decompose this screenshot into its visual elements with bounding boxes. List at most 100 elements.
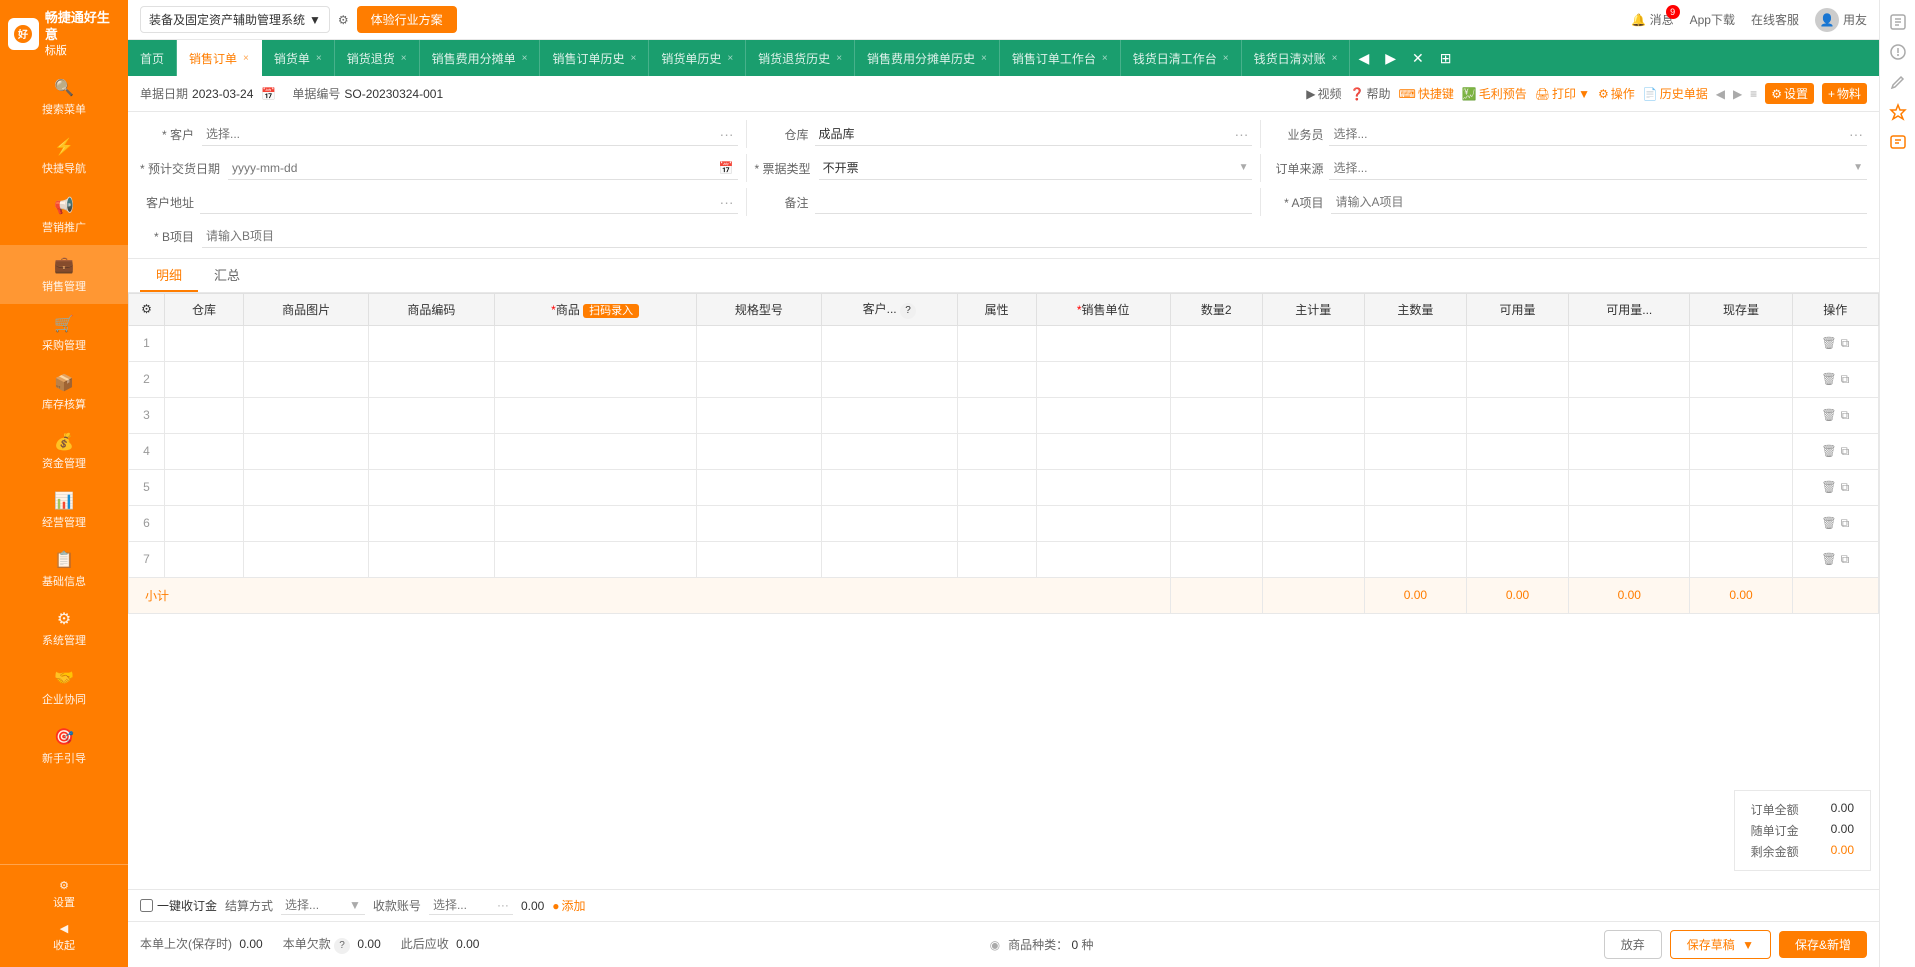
help-circle-icon2[interactable]: ?: [334, 938, 350, 954]
customer-address-input[interactable]: ···: [200, 190, 738, 214]
message-icon-btn[interactable]: 🔔 9 消息: [1631, 11, 1673, 28]
receipt-account-input[interactable]: [433, 898, 493, 912]
delete-row-icon[interactable]: 🗑: [1821, 516, 1836, 530]
tab-sales-invoice[interactable]: 销货单 ×: [262, 40, 335, 76]
sidebar-item-sales[interactable]: 💼 销售管理: [0, 245, 128, 304]
list-view-btn[interactable]: ≡: [1750, 87, 1757, 101]
delivery-date-input[interactable]: 📅: [228, 156, 738, 180]
one-key-checkbox[interactable]: [140, 899, 153, 912]
profit-btn[interactable]: 💹 毛利预告: [1462, 85, 1527, 102]
date-picker-icon[interactable]: 📅: [719, 161, 734, 175]
copy-row-icon[interactable]: ⧉: [1841, 372, 1850, 387]
table-scroll[interactable]: ⚙ 仓库 商品图片 商品编码 *商品 扫码录入 规格型号 客户..: [128, 293, 1879, 889]
right-panel-btn-1[interactable]: [1884, 8, 1912, 36]
salesperson-input[interactable]: ···: [1329, 122, 1867, 146]
industry-btn[interactable]: 体验行业方案: [357, 6, 457, 33]
sidebar-collapse-btn[interactable]: ◀ 收起: [0, 916, 128, 959]
sidebar-item-finance[interactable]: 💰 资金管理: [0, 422, 128, 481]
tab-invoice-history[interactable]: 销货单历史 ×: [649, 40, 746, 76]
sidebar-settings-btn[interactable]: ⚙ 设置: [0, 873, 128, 916]
customer-ellipsis[interactable]: ···: [720, 126, 734, 142]
cell-munit-1[interactable]: [1262, 325, 1364, 361]
sidebar-item-marketing[interactable]: 📢 营销推广: [0, 186, 128, 245]
tab-order-history[interactable]: 销售订单历史 ×: [540, 40, 649, 76]
sidebar-item-quicknav[interactable]: ⚡ 快捷导航: [0, 127, 128, 186]
tab-sales-return[interactable]: 销货退货 ×: [335, 40, 420, 76]
b-project-input[interactable]: [202, 224, 1867, 248]
receipt-account-select[interactable]: ···: [429, 896, 513, 915]
user-area[interactable]: 👤 用友: [1815, 8, 1867, 32]
payment-method-input[interactable]: [285, 898, 345, 912]
close-tab-icon[interactable]: ×: [522, 53, 528, 64]
tab-reconcile[interactable]: 钱货日清对账 ×: [1242, 40, 1351, 76]
copy-row-icon[interactable]: ⧉: [1841, 516, 1850, 531]
col-settings[interactable]: ⚙: [129, 294, 165, 326]
copy-row-icon[interactable]: ⧉: [1841, 408, 1850, 423]
sidebar-item-basic[interactable]: 📋 基础信息: [0, 540, 128, 599]
tab-summary[interactable]: 汇总: [198, 259, 256, 292]
sidebar-item-guide[interactable]: 🎯 新手引导: [0, 717, 128, 776]
tab-workbench[interactable]: 销售订单工作台 ×: [1000, 40, 1121, 76]
copy-row-icon[interactable]: ⧉: [1841, 444, 1850, 459]
cell-spec-1[interactable]: [696, 325, 821, 361]
copy-row-icon[interactable]: ⧉: [1841, 480, 1850, 495]
order-source-input[interactable]: ▼: [1329, 156, 1867, 180]
cell-avail2-1[interactable]: [1569, 325, 1690, 361]
sidebar-item-purchase[interactable]: 🛒 采购管理: [0, 304, 128, 363]
delete-row-icon[interactable]: 🗑: [1821, 372, 1836, 386]
save-draft-btn[interactable]: 保存草稿 ▼: [1670, 930, 1771, 959]
tab-daily-clear[interactable]: 钱货日清工作台 ×: [1121, 40, 1242, 76]
nav-left-btn[interactable]: ◀: [1716, 87, 1725, 101]
calendar-icon[interactable]: 📅: [261, 87, 276, 101]
delete-row-icon[interactable]: 🗑: [1821, 444, 1836, 458]
right-panel-btn-4[interactable]: [1884, 98, 1912, 126]
save-new-btn[interactable]: 保存&新增: [1779, 931, 1867, 958]
close-tab-icon[interactable]: ×: [836, 53, 842, 64]
tab-more-btn[interactable]: ✕: [1404, 40, 1432, 76]
history-btn[interactable]: 📄 历史单据: [1643, 85, 1708, 102]
goods-count-circle-icon[interactable]: ◉: [990, 938, 1000, 952]
copy-row-icon[interactable]: ⧉: [1841, 336, 1850, 351]
one-key-checkbox-label[interactable]: 一键收订金: [140, 897, 217, 914]
sidebar-item-search[interactable]: 🔍 搜索菜单: [0, 68, 128, 127]
order-source-text-input[interactable]: [1333, 161, 1853, 175]
right-panel-btn-5[interactable]: [1884, 128, 1912, 156]
cell-code-1[interactable]: [369, 325, 494, 361]
app-download-btn[interactable]: App下载: [1690, 11, 1735, 28]
system-selector[interactable]: 装备及固定资产辅助管理系统 ▼: [140, 6, 330, 33]
tab-expand-btn[interactable]: ⊞: [1432, 40, 1460, 76]
close-tab-icon[interactable]: ×: [727, 53, 733, 64]
doc-date-value[interactable]: 2023-03-24: [192, 87, 253, 101]
customer-address-text-input[interactable]: [204, 195, 720, 209]
b-project-text-input[interactable]: [206, 229, 1863, 243]
sidebar-item-management[interactable]: 📊 经营管理: [0, 481, 128, 540]
cell-cattr-1[interactable]: [822, 325, 958, 361]
right-panel-btn-3[interactable]: [1884, 68, 1912, 96]
sidebar-item-inventory[interactable]: 📦 库存核算: [0, 363, 128, 422]
tab-expense-split[interactable]: 销售费用分摊单 ×: [420, 40, 541, 76]
delete-row-icon[interactable]: 🗑: [1821, 480, 1836, 494]
shortcut-btn[interactable]: ⌨ 快捷键: [1399, 85, 1454, 102]
close-tab-icon[interactable]: ×: [401, 53, 407, 64]
tab-expense-history[interactable]: 销售费用分摊单历史 ×: [855, 40, 1000, 76]
cell-attr-1[interactable]: [957, 325, 1036, 361]
nav-right-btn[interactable]: ▶: [1733, 87, 1742, 101]
warehouse-ellipsis[interactable]: ···: [1234, 126, 1248, 142]
tab-next-btn[interactable]: ▶: [1377, 40, 1404, 76]
delivery-date-text-input[interactable]: [232, 161, 719, 175]
sidebar-item-system[interactable]: ⚙ 系统管理: [0, 599, 128, 658]
cell-stock-1[interactable]: [1690, 325, 1792, 361]
address-ellipsis[interactable]: ···: [720, 194, 734, 210]
sidebar-item-collab[interactable]: 🤝 企业协同: [0, 658, 128, 717]
help-circle-icon[interactable]: ?: [900, 303, 916, 319]
tab-prev-btn[interactable]: ◀: [1350, 40, 1377, 76]
close-tab-icon[interactable]: ×: [316, 53, 322, 64]
print-btn[interactable]: 🖨 打印 ▼: [1535, 85, 1590, 102]
cell-warehouse-1[interactable]: [165, 325, 244, 361]
tab-detail[interactable]: 明细: [140, 259, 198, 292]
customer-input[interactable]: ···: [202, 122, 738, 146]
remarks-text-input[interactable]: [819, 195, 1249, 209]
help-btn[interactable]: ❓ 帮助: [1350, 85, 1391, 102]
tab-home[interactable]: 首页: [128, 40, 177, 76]
delete-row-icon[interactable]: 🗑: [1821, 408, 1836, 422]
